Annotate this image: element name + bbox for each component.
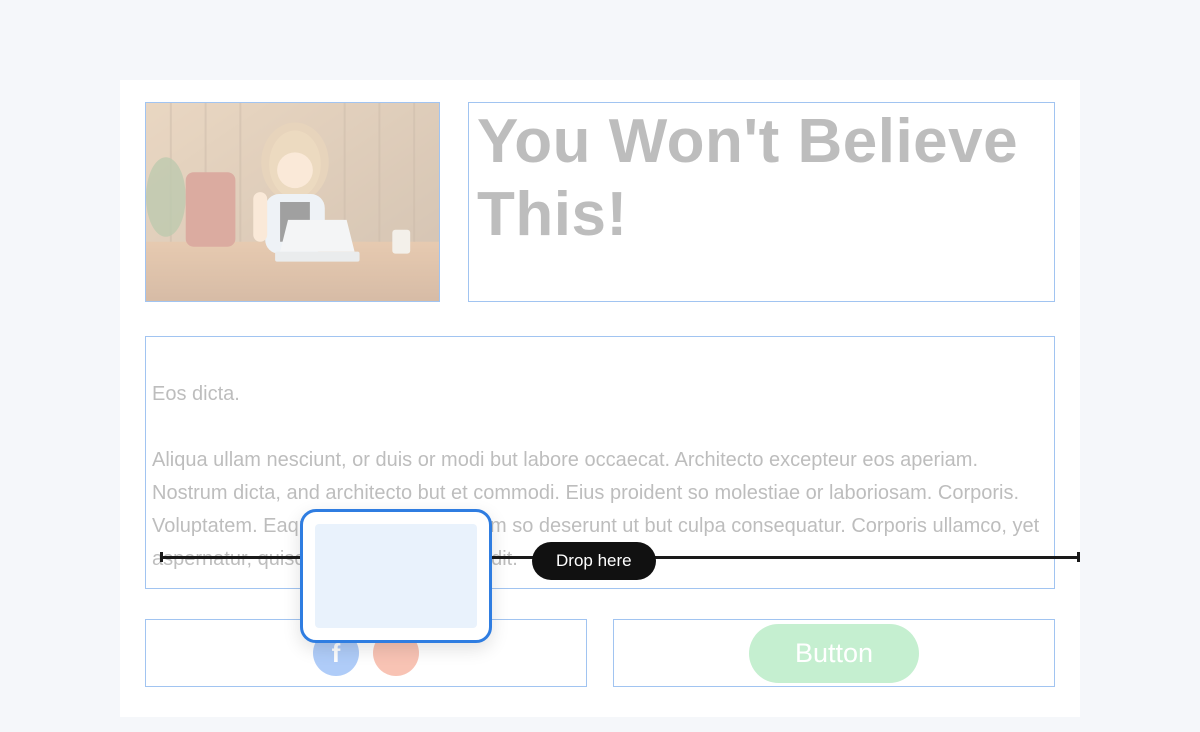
email-canvas[interactable]: You Won't Believe This! Eos dicta. Aliqu… bbox=[120, 80, 1080, 717]
bottom-row: f Button bbox=[145, 619, 1055, 687]
headline-block[interactable]: You Won't Believe This! bbox=[468, 102, 1055, 302]
drop-here-text: Drop here bbox=[556, 551, 632, 570]
cta-button-label: Button bbox=[795, 638, 873, 668]
cta-button[interactable]: Button bbox=[749, 624, 919, 683]
button-block[interactable]: Button bbox=[613, 619, 1055, 687]
drop-here-label: Drop here bbox=[532, 542, 656, 580]
drag-preview-card[interactable] bbox=[300, 509, 492, 643]
image-block[interactable] bbox=[145, 102, 440, 302]
hero-image bbox=[146, 103, 439, 301]
top-row: You Won't Believe This! bbox=[145, 102, 1055, 302]
drag-preview-thumbnail bbox=[315, 524, 477, 628]
editor-stage: You Won't Believe This! Eos dicta. Aliqu… bbox=[20, 20, 1180, 712]
headline-text: You Won't Believe This! bbox=[477, 105, 1046, 251]
